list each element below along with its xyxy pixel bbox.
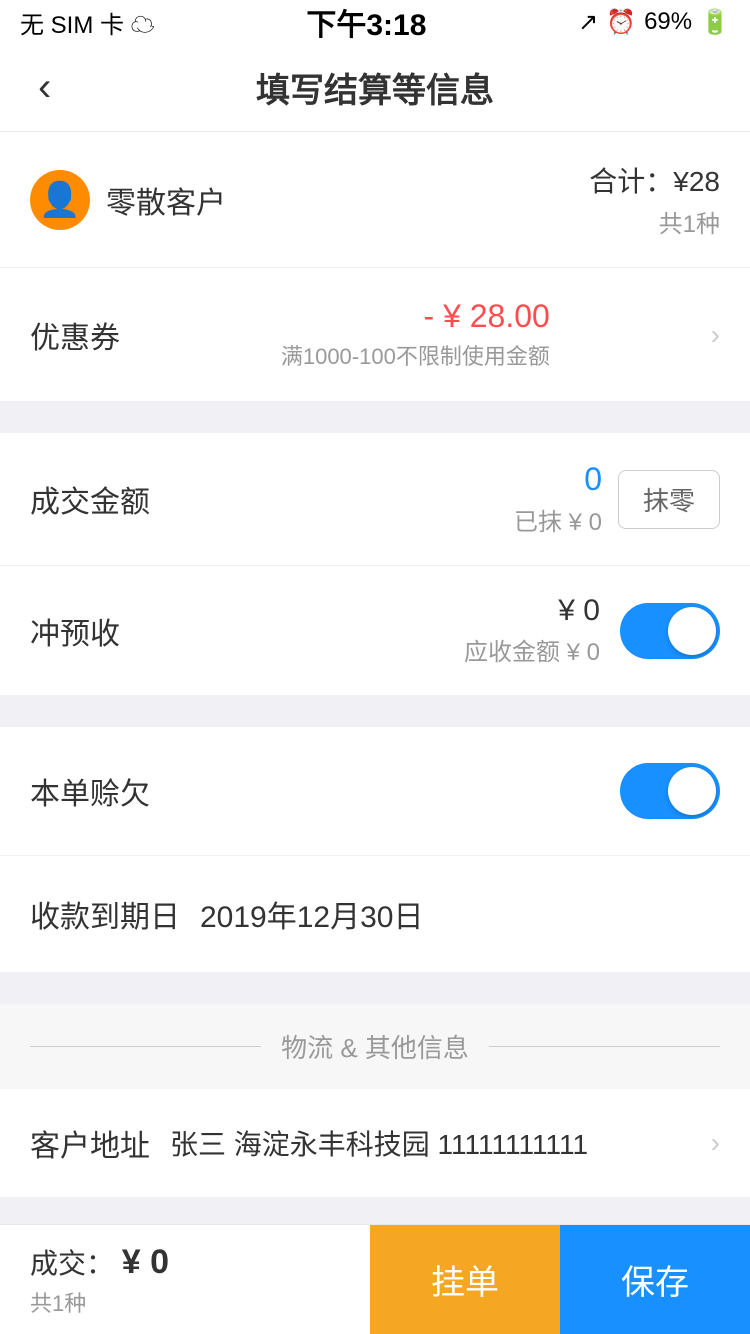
customer-name: 零散客户	[106, 178, 226, 222]
total-amount: 合计：¥28	[589, 160, 720, 200]
pre-collect-label: 冲预收	[30, 609, 120, 653]
debt-toggle[interactable]	[620, 763, 720, 819]
round-zero-button[interactable]: 抹零	[618, 470, 720, 529]
due-date-value: 2019年12月30日	[200, 892, 423, 936]
avatar: 👤	[30, 170, 90, 230]
deal-amount-value: 0	[514, 461, 602, 498]
deal-amount-label: 成交金额	[30, 477, 150, 521]
coupon-label: 优惠券	[30, 313, 120, 357]
summary-row: 成交： ¥ 0	[30, 1242, 340, 1282]
pre-collect-right: ¥ 0 应收金额 ¥ 0	[464, 594, 720, 667]
hold-button[interactable]: 挂单	[370, 1225, 560, 1334]
save-button[interactable]: 保存	[560, 1225, 750, 1334]
summary-label: 成交：	[30, 1248, 114, 1279]
logistics-header: 物流 & 其他信息	[0, 1004, 750, 1089]
due-date-row: 收款到期日 2019年12月30日	[0, 855, 750, 972]
due-date-label: 收款到期日	[30, 892, 180, 936]
page-title: 填写结算等信息	[256, 63, 494, 112]
alarm-icon: ⏰	[606, 8, 636, 37]
deal-amount-section: 成交金额 0 已抹 ¥ 0 抹零 冲预收 ¥ 0 应收金额 ¥ 0	[0, 433, 750, 695]
customer-section: 👤 零散客户 合计：¥28 共1种 优惠券 - ¥ 28.00 满1000-10…	[0, 132, 750, 401]
debt-label: 本单赊欠	[30, 769, 150, 813]
status-bar: 无 SIM 卡 ☁ 下午3:18 ↗ ⏰ 69% 🔋	[0, 0, 750, 44]
back-button[interactable]: ‹	[28, 55, 61, 120]
status-left: 无 SIM 卡 ☁	[20, 5, 155, 40]
nav-bar: ‹ 填写结算等信息	[0, 44, 750, 132]
address-value: 张三 海淀永丰科技园 11111111111	[170, 1123, 711, 1163]
customer-row: 👤 零散客户 合计：¥28 共1种	[0, 132, 750, 267]
deal-amount-values: 0 已抹 ¥ 0	[514, 461, 602, 537]
deal-amount-right: 0 已抹 ¥ 0 抹零	[514, 461, 720, 537]
deal-amount-row: 成交金额 0 已抹 ¥ 0 抹零	[0, 433, 750, 566]
customer-right: 合计：¥28 共1种	[589, 160, 720, 239]
pre-collect-amount: ¥ 0	[464, 594, 600, 628]
line-right	[489, 1046, 720, 1047]
status-time: 下午3:18	[306, 0, 426, 44]
pre-collect-toggle[interactable]	[620, 603, 720, 659]
bottom-summary: 成交： ¥ 0 共1种	[0, 1242, 370, 1318]
deal-amount-sub: 已抹 ¥ 0	[514, 502, 602, 537]
address-label: 客户地址	[30, 1121, 150, 1165]
pre-collect-row: 冲预收 ¥ 0 应收金额 ¥ 0	[0, 566, 750, 695]
logistics-section: 物流 & 其他信息 客户地址 张三 海淀永丰科技园 11111111111 ›	[0, 1004, 750, 1197]
divider-1	[0, 417, 750, 433]
chevron-right-icon: ›	[711, 319, 720, 351]
coupon-row[interactable]: 优惠券 - ¥ 28.00 满1000-100不限制使用金额 ›	[0, 267, 750, 401]
debt-row: 本单赊欠	[0, 727, 750, 855]
debt-toggle-knob	[668, 767, 716, 815]
debt-section: 本单赊欠 收款到期日 2019年12月30日	[0, 727, 750, 972]
coupon-amount: - ¥ 28.00	[281, 298, 550, 335]
battery-icon: 🔋	[700, 8, 730, 37]
summary-amount: ¥ 0	[122, 1243, 169, 1281]
toggle-knob	[668, 607, 716, 655]
total-count: 共1种	[589, 204, 720, 239]
sim-label: 无 SIM 卡 ☁	[20, 5, 155, 40]
coupon-description: 满1000-100不限制使用金额	[281, 339, 550, 371]
address-row[interactable]: 客户地址 张三 海淀永丰科技园 11111111111 ›	[0, 1089, 750, 1197]
pre-collect-values: ¥ 0 应收金额 ¥ 0	[464, 594, 600, 667]
logistics-title: 物流 & 其他信息	[261, 1028, 489, 1065]
customer-left: 👤 零散客户	[30, 170, 226, 230]
summary-count: 共1种	[30, 1286, 340, 1318]
divider-3	[0, 988, 750, 1004]
pre-collect-sub: 应收金额 ¥ 0	[464, 632, 600, 667]
address-chevron-icon: ›	[711, 1127, 720, 1159]
line-left	[30, 1046, 261, 1047]
location-icon: ↗	[578, 8, 598, 37]
status-right: ↗ ⏰ 69% 🔋	[578, 8, 730, 37]
person-icon: 👤	[39, 180, 81, 220]
bottom-bar: 成交： ¥ 0 共1种 挂单 保存	[0, 1224, 750, 1334]
content-area: 👤 零散客户 合计：¥28 共1种 优惠券 - ¥ 28.00 满1000-10…	[0, 132, 750, 1333]
divider-2	[0, 711, 750, 727]
coupon-right: - ¥ 28.00 满1000-100不限制使用金额	[281, 298, 550, 371]
battery-label: 69%	[644, 8, 692, 36]
